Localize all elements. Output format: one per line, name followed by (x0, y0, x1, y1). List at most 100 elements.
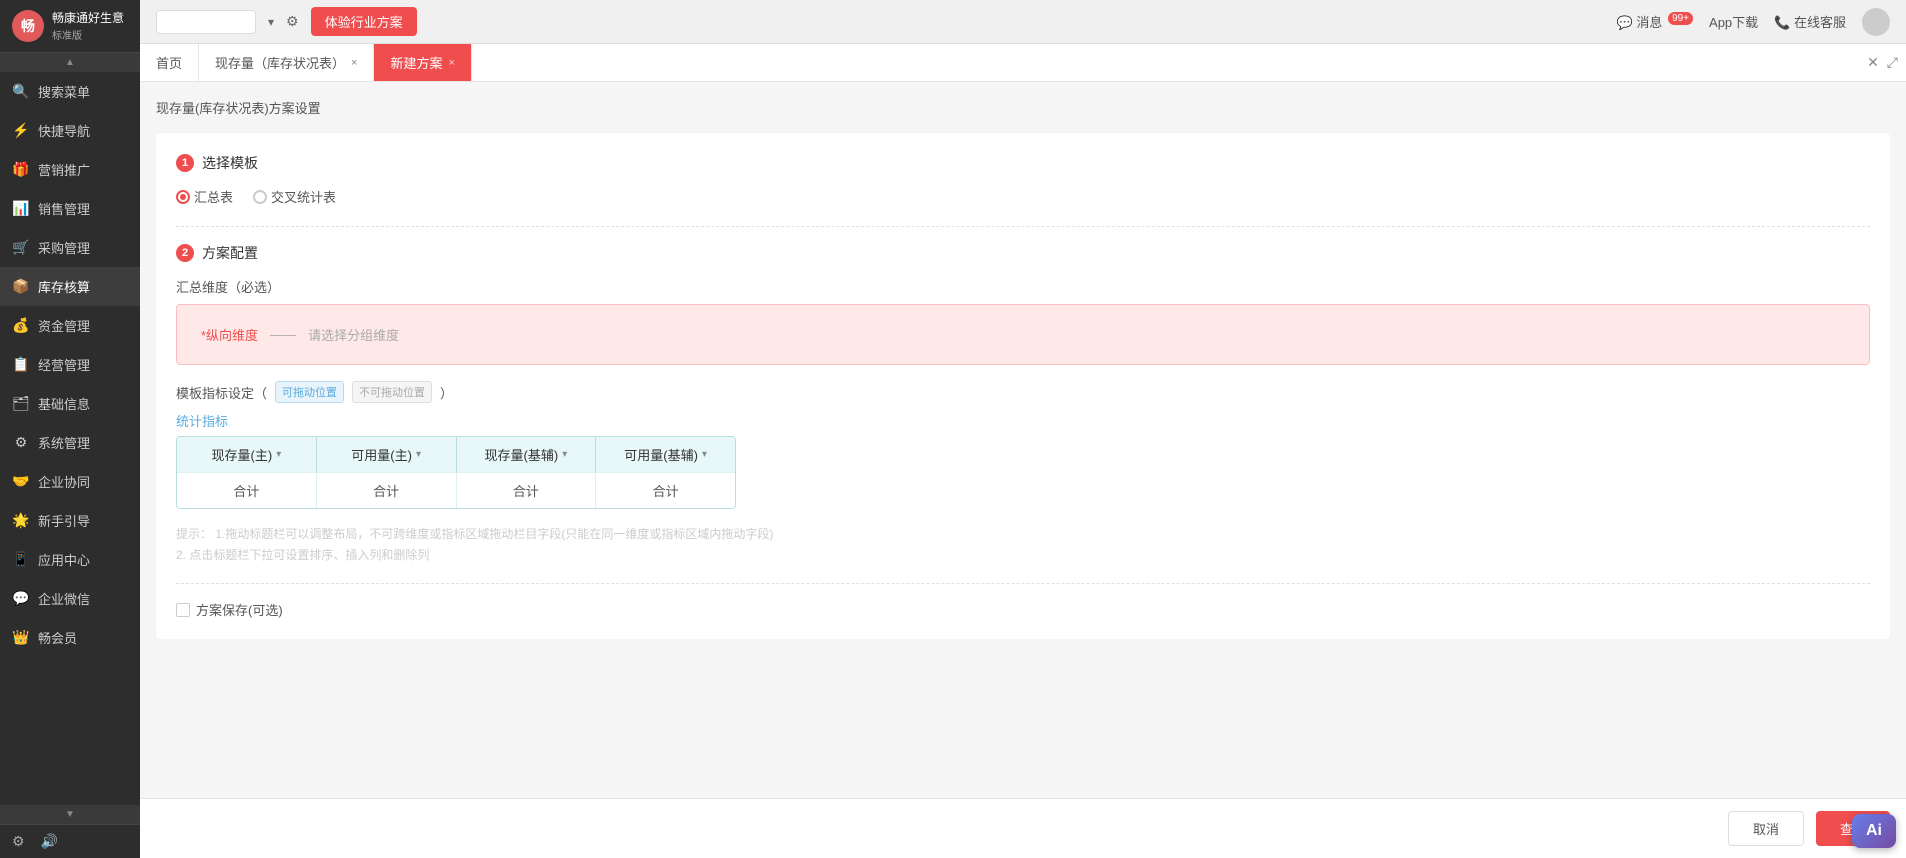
col-header-0[interactable]: 现存量(主) ▾ (177, 437, 317, 472)
sidebar-nav: 🔍 搜索菜单 ⚡ 快捷导航 🎁 营销推广 📊 销售管理 🛒 采购管理 📦 库存核… (0, 72, 140, 805)
col-body-2: 合计 (457, 472, 597, 508)
tab-new-plan-label: 新建方案 (390, 53, 442, 72)
topbar-search-input[interactable] (156, 10, 256, 34)
tab-inventory[interactable]: 现存量（库存状况表） × (199, 44, 374, 81)
radio-cross-label: 交叉统计表 (271, 187, 336, 206)
sidebar-item-quick-nav[interactable]: ⚡ 快捷导航 (0, 111, 140, 150)
tab-close-all-icon[interactable]: ✕ (1867, 54, 1879, 71)
tab-expand-icon[interactable]: ⤢ (1887, 54, 1898, 71)
sidebar-item-management[interactable]: 📋 经营管理 (0, 345, 140, 384)
management-icon: 📋 (12, 356, 30, 374)
inventory-icon: 📦 (12, 278, 30, 296)
topbar-dropdown-arrow[interactable]: ▾ (268, 15, 274, 29)
section1-title: 选择模板 (202, 153, 258, 173)
radio-summary-table[interactable]: 汇总表 (176, 187, 233, 206)
trial-button[interactable]: 体验行业方案 (311, 7, 417, 36)
tabbar: 首页 现存量（库存状况表） × 新建方案 × ✕ ⤢ (140, 44, 1906, 82)
app-badge: 标准版 (52, 27, 124, 42)
sidebar-item-label: 畅会员 (38, 628, 77, 647)
sidebar-item-inventory[interactable]: 📦 库存核算 (0, 267, 140, 306)
template-radio-group: 汇总表 交叉统计表 (176, 187, 1870, 206)
cancel-button[interactable]: 取消 (1728, 811, 1804, 846)
col-body-0: 合计 (177, 472, 317, 508)
sidebar-item-purchase[interactable]: 🛒 采购管理 (0, 228, 140, 267)
config-card: 1 选择模板 汇总表 交叉统计表 2 (156, 133, 1890, 639)
app-name: 畅康通好生意 (52, 10, 124, 27)
sidebar-item-label: 经营管理 (38, 355, 90, 374)
section2-title: 方案配置 (202, 243, 258, 263)
ai-badge[interactable]: Ai (1852, 814, 1896, 848)
section1-number: 1 (176, 154, 194, 172)
sidebar-scroll-down[interactable]: ▼ (0, 805, 140, 824)
sidebar-item-label: 库存核算 (38, 277, 90, 296)
search-icon: 🔍 (12, 83, 30, 101)
tabbar-right: ✕ ⤢ (1859, 44, 1906, 81)
tab-home[interactable]: 首页 (140, 44, 199, 81)
message-icon[interactable]: 💬 消息 99+ (1617, 12, 1693, 31)
page-title: 现存量(库存状况表)方案设置 (156, 98, 1890, 117)
sidebar-item-label: 企业协同 (38, 472, 90, 491)
non-draggable-badge: 不可拖动位置 (352, 381, 432, 403)
user-avatar[interactable] (1862, 8, 1890, 36)
settings-icon[interactable]: ⚙ (12, 833, 25, 850)
col-header-3[interactable]: 可用量(基辅) ▾ (596, 437, 735, 472)
sidebar-item-guide[interactable]: 🌟 新手引导 (0, 501, 140, 540)
sidebar-item-app-center[interactable]: 📱 应用中心 (0, 540, 140, 579)
col-dropdown-1[interactable]: ▾ (416, 449, 421, 460)
stat-title: 统计指标 (176, 411, 1870, 430)
tips-section: 提示： 1.拖动标题栏可以调整布局，不可跨维度或指标区域拖动栏目字段(只能在同一… (176, 525, 1870, 563)
sidebar-item-marketing[interactable]: 🎁 营销推广 (0, 150, 140, 189)
section2-header: 2 方案配置 (176, 243, 1870, 263)
tab-inventory-label: 现存量（库存状况表） (215, 53, 345, 72)
col-dropdown-2[interactable]: ▾ (562, 449, 567, 460)
sales-icon: 📊 (12, 200, 30, 218)
save-option: 方案保存(可选) (176, 600, 1870, 619)
sound-icon[interactable]: 🔊 (41, 833, 58, 850)
col-body-3: 合计 (596, 472, 735, 508)
radio-cross-table[interactable]: 交叉统计表 (253, 187, 336, 206)
sidebar-item-label: 资金管理 (38, 316, 90, 335)
stat-table-header: 现存量(主) ▾ 可用量(主) ▾ 现存量(基辅) ▾ (177, 437, 735, 472)
sidebar-item-label: 基础信息 (38, 394, 90, 413)
sidebar-logo: 畅 畅康通好生意 标准版 (0, 0, 140, 53)
system-icon: ⚙ (12, 434, 30, 452)
sidebar-item-member[interactable]: 👑 畅会员 (0, 618, 140, 657)
dimension-pink-box: *纵向维度 —— 请选择分组维度 (176, 304, 1870, 365)
sidebar-item-basic-info[interactable]: 🗂 基础信息 (0, 384, 140, 423)
tab-new-plan[interactable]: 新建方案 × (374, 44, 471, 81)
vertical-dimension-label: *纵向维度 (201, 325, 258, 344)
sidebar-item-finance[interactable]: 💰 资金管理 (0, 306, 140, 345)
col-dropdown-0[interactable]: ▾ (276, 449, 281, 460)
save-option-label: 方案保存(可选) (196, 600, 283, 619)
section-choose-template: 1 选择模板 汇总表 交叉统计表 (176, 153, 1870, 206)
topbar-gear-icon[interactable]: ⚙ (286, 13, 299, 30)
dimension-placeholder: 请选择分组维度 (308, 325, 399, 344)
basic-info-icon: 🗂 (12, 395, 30, 413)
tab-new-plan-close[interactable]: × (448, 57, 454, 69)
col-header-2[interactable]: 现存量(基辅) ▾ (457, 437, 597, 472)
sidebar-item-label: 销售管理 (38, 199, 90, 218)
sidebar-item-sales[interactable]: 📊 销售管理 (0, 189, 140, 228)
sidebar-item-search[interactable]: 🔍 搜索菜单 (0, 72, 140, 111)
stat-table-body: 合计 合计 合计 合计 (177, 472, 735, 508)
indicator-settings: 模板指标设定（ 可拖动位置 不可拖动位置 ） 统计指标 现存量(主) ▾ (176, 381, 1870, 509)
col-header-1[interactable]: 可用量(主) ▾ (317, 437, 457, 472)
section-plan-config: 2 方案配置 汇总维度（必选） *纵向维度 —— 请选择分组维度 (176, 243, 1870, 563)
indicator-settings-label: 模板指标设定（ 可拖动位置 不可拖动位置 ） (176, 381, 1870, 403)
message-label: 消息 (1636, 15, 1662, 30)
sidebar-scroll-up[interactable]: ▲ (0, 53, 140, 72)
radio-summary-circle (176, 190, 190, 204)
member-icon: 👑 (12, 629, 30, 647)
tab-inventory-close[interactable]: × (351, 57, 357, 69)
save-checkbox[interactable] (176, 603, 190, 617)
radio-cross-circle (253, 190, 267, 204)
app-download-link[interactable]: App下载 (1709, 12, 1758, 31)
sidebar-item-collab[interactable]: 🤝 企业协同 (0, 462, 140, 501)
sidebar-item-system[interactable]: ⚙ 系统管理 (0, 423, 140, 462)
sidebar-item-label: 快捷导航 (38, 121, 90, 140)
sidebar-item-wechat[interactable]: 💬 企业微信 (0, 579, 140, 618)
sidebar-item-label: 新手引导 (38, 511, 90, 530)
col-dropdown-3[interactable]: ▾ (702, 449, 707, 460)
online-support-link[interactable]: 📞 在线客服 (1774, 12, 1846, 31)
marketing-icon: 🎁 (12, 161, 30, 179)
